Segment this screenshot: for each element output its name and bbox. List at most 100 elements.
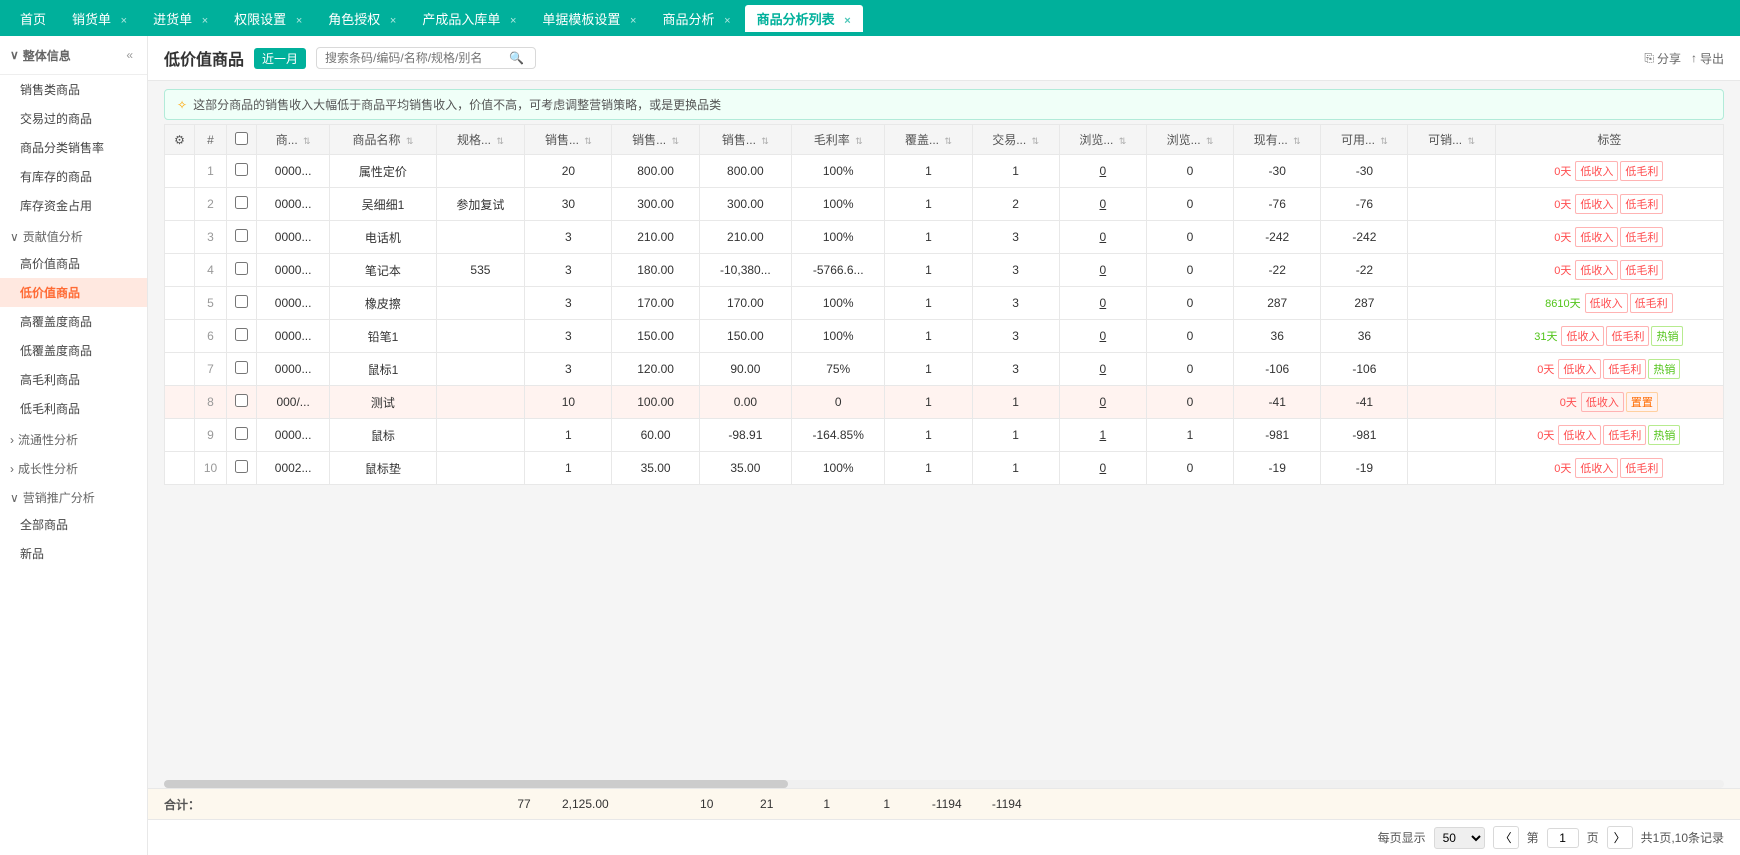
export-button[interactable]: ↑ 导出 (1691, 50, 1724, 67)
cell-browse1[interactable]: 0 (1059, 386, 1146, 419)
cell-browse1[interactable]: 0 (1059, 254, 1146, 287)
close-icon[interactable]: × (844, 15, 850, 27)
cell-available: -22 (1321, 254, 1408, 287)
cell-spec (436, 419, 525, 452)
share-icon: ⎘ (1644, 51, 1654, 66)
close-icon[interactable]: × (121, 15, 127, 27)
prev-page-button[interactable]: 〈 (1493, 826, 1519, 849)
cell-checkbox[interactable] (227, 287, 257, 320)
time-filter-button[interactable]: 近一月 (254, 48, 306, 69)
sidebar-item-stocked-products[interactable]: 有库存的商品 (0, 162, 147, 191)
nav-product-analysis[interactable]: 商品分析 × (650, 5, 742, 32)
cell-gear[interactable] (165, 386, 195, 419)
sidebar-item-high-margin[interactable]: 高毛利商品 (0, 365, 147, 394)
sidebar-item-low-margin[interactable]: 低毛利商品 (0, 394, 147, 423)
close-icon[interactable]: × (202, 15, 208, 27)
nav-product-inbound[interactable]: 产成品入库单 × (410, 5, 528, 32)
cell-sales-price: 150.00 (612, 320, 699, 353)
th-sellable: 可销... ⇅ (1408, 125, 1495, 155)
table-container[interactable]: ⚙ # 商... ⇅ 商品名称 ⇅ 规格... ⇅ 销售... ⇅ 销售... … (148, 124, 1740, 780)
cell-browse1[interactable]: 1 (1059, 419, 1146, 452)
close-icon[interactable]: × (390, 15, 396, 27)
th-gear[interactable]: ⚙ (165, 125, 195, 155)
close-icon[interactable]: × (724, 15, 730, 27)
cell-browse1[interactable]: 0 (1059, 188, 1146, 221)
search-input[interactable] (325, 51, 505, 65)
sidebar-item-category-sales-rate[interactable]: 商品分类销售率 (0, 133, 147, 162)
cell-checkbox[interactable] (227, 386, 257, 419)
sidebar-item-sales-products[interactable]: 销售类商品 (0, 75, 147, 104)
sidebar-item-stock-capital[interactable]: 库存资金占用 (0, 191, 147, 220)
cell-sales-amount: 150.00 (699, 320, 791, 353)
footer-spacer4 (617, 795, 677, 813)
sidebar-item-low-coverage[interactable]: 低覆盖度商品 (0, 336, 147, 365)
cell-browse1[interactable]: 0 (1059, 452, 1146, 485)
cell-gross-margin: -5766.6... (792, 254, 885, 287)
sidebar-item-low-value[interactable]: 低价值商品 (0, 278, 147, 307)
cell-browse1[interactable]: 0 (1059, 221, 1146, 254)
cell-sellable (1408, 221, 1495, 254)
cell-browse1[interactable]: 0 (1059, 353, 1146, 386)
cell-browse1[interactable]: 0 (1059, 320, 1146, 353)
sidebar-item-all-products[interactable]: 全部商品 (0, 510, 147, 539)
nav-sales-order[interactable]: 销货单 × (60, 5, 139, 32)
cell-browse1[interactable]: 0 (1059, 287, 1146, 320)
cell-checkbox[interactable] (227, 155, 257, 188)
cell-coverage: 1 (885, 221, 972, 254)
nav-home[interactable]: 首页 (8, 5, 58, 32)
next-page-button[interactable]: 〉 (1607, 826, 1633, 849)
sidebar-item-high-coverage[interactable]: 高覆盖度商品 (0, 307, 147, 336)
cell-coverage: 1 (885, 386, 972, 419)
table-scrollbar[interactable] (164, 780, 1724, 788)
share-button[interactable]: ⎘ 分享 (1644, 50, 1681, 67)
cell-checkbox[interactable] (227, 221, 257, 254)
cell-tags: 0天低收入低毛利 (1495, 188, 1723, 221)
cell-gear[interactable] (165, 188, 195, 221)
sidebar-item-new-products[interactable]: 新品 (0, 539, 147, 568)
search-icon[interactable]: 🔍 (509, 51, 524, 65)
cell-checkbox[interactable] (227, 188, 257, 221)
nav-purchase-order[interactable]: 进货单 × (141, 5, 220, 32)
cell-checkbox[interactable] (227, 452, 257, 485)
th-checkbox[interactable] (227, 125, 257, 155)
cell-sales-amount: 0.00 (699, 386, 791, 419)
close-icon[interactable]: × (510, 15, 516, 27)
nav-role-auth[interactable]: 角色授权 × (316, 5, 408, 32)
select-all-checkbox[interactable] (235, 132, 248, 145)
sidebar-collapse-btn[interactable]: « (122, 44, 137, 66)
nav-permissions[interactable]: 权限设置 × (222, 5, 314, 32)
cell-gear[interactable] (165, 353, 195, 386)
cell-code: 000/... (257, 386, 330, 419)
close-icon[interactable]: × (296, 15, 302, 27)
sidebar-item-traded-products[interactable]: 交易过的商品 (0, 104, 147, 133)
scrollbar-thumb[interactable] (164, 780, 788, 788)
cell-gear[interactable] (165, 221, 195, 254)
cell-gear[interactable] (165, 254, 195, 287)
sidebar-item-high-value[interactable]: 高价值商品 (0, 249, 147, 278)
page-size-select[interactable]: 50 100 (1434, 827, 1485, 849)
sidebar-group-circulation[interactable]: › 流通性分析 (0, 423, 147, 452)
sidebar-group-growth[interactable]: › 成长性分析 (0, 452, 147, 481)
cell-checkbox[interactable] (227, 320, 257, 353)
cell-gear[interactable] (165, 287, 195, 320)
chevron-right-icon: › (10, 433, 14, 447)
cell-gear[interactable] (165, 155, 195, 188)
cell-checkbox[interactable] (227, 419, 257, 452)
nav-template-settings[interactable]: 单据模板设置 × (530, 5, 648, 32)
cell-sales-amount: 35.00 (699, 452, 791, 485)
cell-tags: 8610天低收入低毛利 (1495, 287, 1723, 320)
sidebar-group-overall: ∨ 整体信息 (10, 47, 71, 64)
cell-checkbox[interactable] (227, 353, 257, 386)
cell-sales-amount: 90.00 (699, 353, 791, 386)
cell-num: 5 (195, 287, 227, 320)
cell-checkbox[interactable] (227, 254, 257, 287)
cell-browse1[interactable]: 0 (1059, 155, 1146, 188)
close-icon[interactable]: × (630, 15, 636, 27)
page-label: 第 (1527, 829, 1539, 846)
page-number-input[interactable] (1547, 828, 1579, 848)
cell-gear[interactable] (165, 320, 195, 353)
cell-gear[interactable] (165, 419, 195, 452)
nav-product-analysis-list[interactable]: 商品分析列表 × (745, 5, 863, 32)
cell-gear[interactable] (165, 452, 195, 485)
cell-sales-amount: -98.91 (699, 419, 791, 452)
